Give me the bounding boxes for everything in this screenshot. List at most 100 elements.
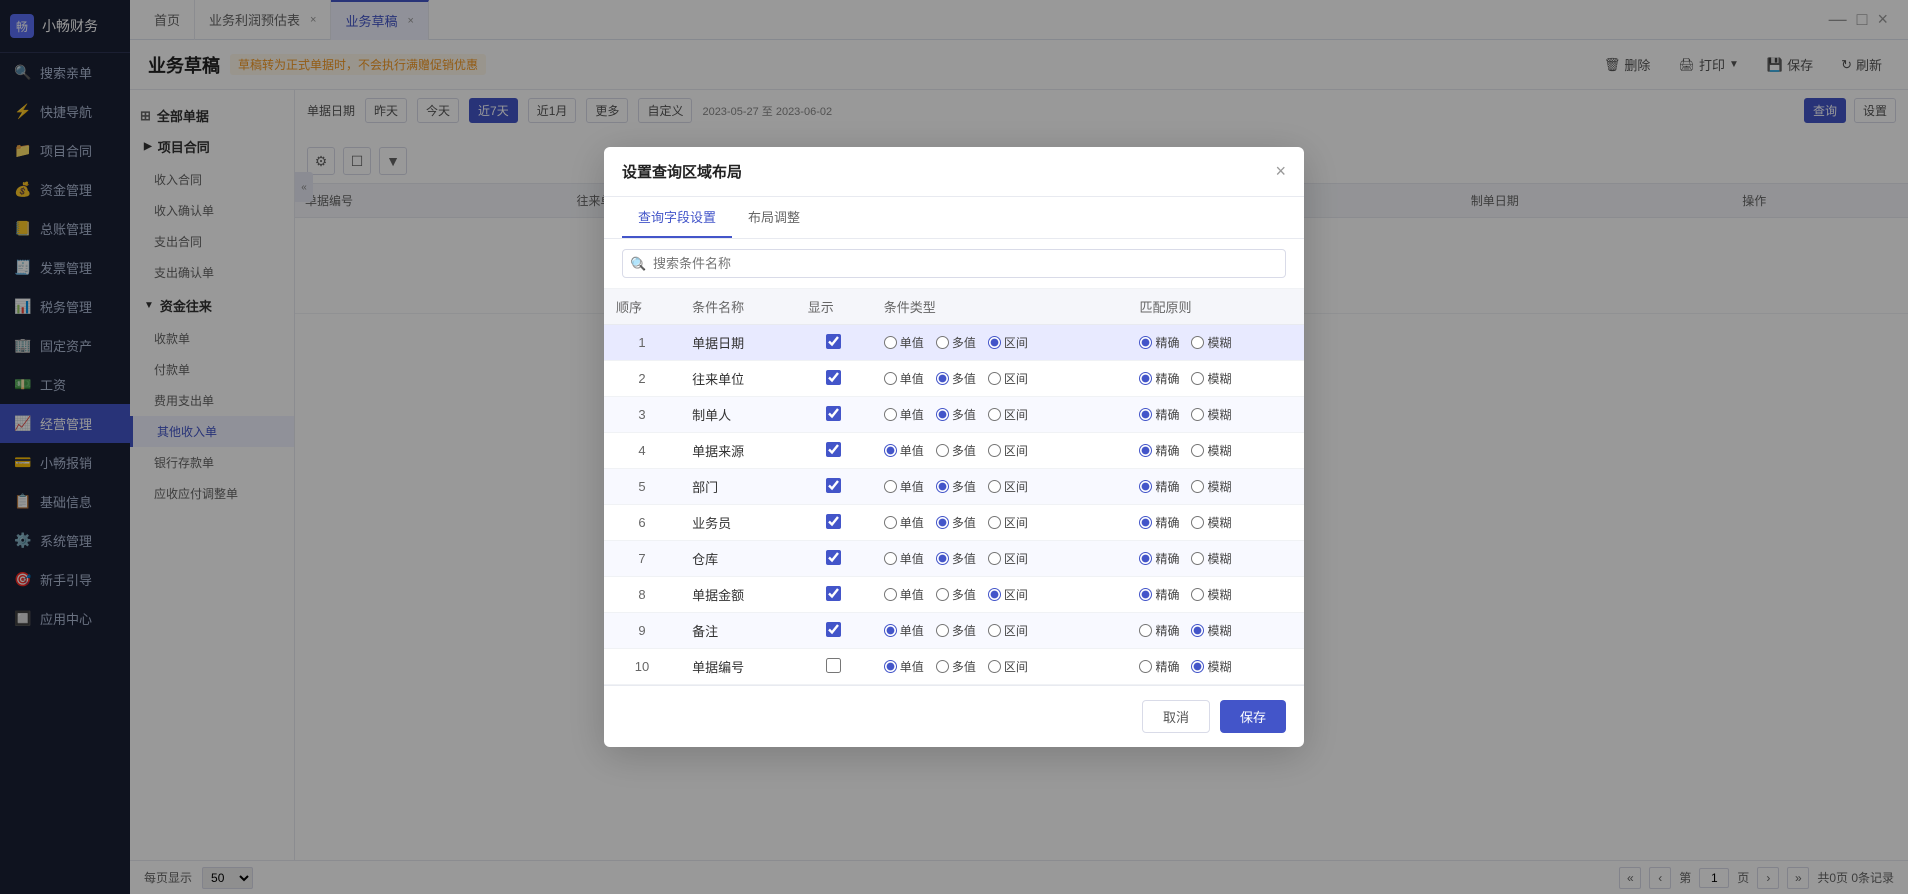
cond-radio-单值[interactable]: [884, 588, 897, 601]
match-label[interactable]: 精确: [1139, 658, 1179, 675]
match-radio-精确[interactable]: [1139, 552, 1152, 565]
cancel-button[interactable]: 取消: [1142, 700, 1210, 733]
match-radio-模糊[interactable]: [1191, 444, 1204, 457]
cond-radio-单值[interactable]: [884, 444, 897, 457]
cond-radio-单值[interactable]: [884, 624, 897, 637]
match-radio-精确[interactable]: [1139, 588, 1152, 601]
cond-type-label[interactable]: 单值: [884, 550, 924, 567]
cond-type-label[interactable]: 多值: [936, 478, 976, 495]
cond-type-label[interactable]: 单值: [884, 370, 924, 387]
cond-radio-多值[interactable]: [936, 336, 949, 349]
cond-radio-区间[interactable]: [988, 336, 1001, 349]
match-label[interactable]: 精确: [1139, 406, 1179, 423]
match-label[interactable]: 模糊: [1191, 550, 1231, 567]
match-label[interactable]: 精确: [1139, 478, 1179, 495]
cond-type-label[interactable]: 区间: [988, 442, 1028, 459]
cond-type-label[interactable]: 多值: [936, 550, 976, 567]
show-checkbox[interactable]: [826, 478, 841, 493]
cond-radio-区间[interactable]: [988, 372, 1001, 385]
cond-type-label[interactable]: 区间: [988, 334, 1028, 351]
match-radio-精确[interactable]: [1139, 372, 1152, 385]
match-label[interactable]: 模糊: [1191, 658, 1231, 675]
show-checkbox[interactable]: [826, 334, 841, 349]
dialog-tab-fields[interactable]: 查询字段设置: [622, 197, 732, 238]
cond-type-label[interactable]: 多值: [936, 658, 976, 675]
show-checkbox[interactable]: [826, 370, 841, 385]
match-label[interactable]: 精确: [1139, 334, 1179, 351]
cond-type-label[interactable]: 多值: [936, 622, 976, 639]
cond-type-label[interactable]: 区间: [988, 586, 1028, 603]
cond-type-label[interactable]: 区间: [988, 406, 1028, 423]
cond-radio-单值[interactable]: [884, 516, 897, 529]
cond-type-label[interactable]: 多值: [936, 586, 976, 603]
cond-radio-单值[interactable]: [884, 336, 897, 349]
show-checkbox[interactable]: [826, 586, 841, 601]
cond-type-label[interactable]: 单值: [884, 442, 924, 459]
show-checkbox[interactable]: [826, 442, 841, 457]
match-label[interactable]: 模糊: [1191, 586, 1231, 603]
dialog-close-button[interactable]: ×: [1275, 161, 1286, 182]
cond-radio-区间[interactable]: [988, 660, 1001, 673]
cond-radio-多值[interactable]: [936, 588, 949, 601]
match-radio-模糊[interactable]: [1191, 336, 1204, 349]
match-label[interactable]: 精确: [1139, 370, 1179, 387]
cond-type-label[interactable]: 多值: [936, 514, 976, 531]
match-radio-精确[interactable]: [1139, 408, 1152, 421]
match-label[interactable]: 精确: [1139, 442, 1179, 459]
cond-type-label[interactable]: 多值: [936, 406, 976, 423]
match-label[interactable]: 模糊: [1191, 622, 1231, 639]
cond-radio-单值[interactable]: [884, 372, 897, 385]
cond-type-label[interactable]: 单值: [884, 406, 924, 423]
cond-radio-区间[interactable]: [988, 624, 1001, 637]
match-radio-模糊[interactable]: [1191, 408, 1204, 421]
match-radio-精确[interactable]: [1139, 516, 1152, 529]
cond-type-label[interactable]: 单值: [884, 478, 924, 495]
match-label[interactable]: 模糊: [1191, 514, 1231, 531]
cond-radio-区间[interactable]: [988, 516, 1001, 529]
match-radio-模糊[interactable]: [1191, 624, 1204, 637]
match-radio-模糊[interactable]: [1191, 588, 1204, 601]
match-label[interactable]: 精确: [1139, 622, 1179, 639]
cond-radio-多值[interactable]: [936, 444, 949, 457]
cond-type-label[interactable]: 区间: [988, 514, 1028, 531]
match-label[interactable]: 精确: [1139, 550, 1179, 567]
cond-radio-单值[interactable]: [884, 552, 897, 565]
cond-type-label[interactable]: 多值: [936, 370, 976, 387]
cond-radio-多值[interactable]: [936, 516, 949, 529]
cond-radio-多值[interactable]: [936, 552, 949, 565]
match-label[interactable]: 精确: [1139, 514, 1179, 531]
cond-type-label[interactable]: 区间: [988, 658, 1028, 675]
dialog-tab-layout[interactable]: 布局调整: [732, 197, 816, 238]
show-checkbox[interactable]: [826, 622, 841, 637]
match-radio-精确[interactable]: [1139, 624, 1152, 637]
match-radio-模糊[interactable]: [1191, 372, 1204, 385]
cond-type-label[interactable]: 单值: [884, 622, 924, 639]
show-checkbox[interactable]: [826, 550, 841, 565]
match-radio-模糊[interactable]: [1191, 660, 1204, 673]
show-checkbox[interactable]: [826, 406, 841, 421]
dialog-save-button[interactable]: 保存: [1220, 700, 1286, 733]
match-radio-模糊[interactable]: [1191, 516, 1204, 529]
cond-radio-多值[interactable]: [936, 408, 949, 421]
match-radio-精确[interactable]: [1139, 444, 1152, 457]
cond-radio-单值[interactable]: [884, 480, 897, 493]
match-radio-精确[interactable]: [1139, 660, 1152, 673]
cond-type-label[interactable]: 区间: [988, 550, 1028, 567]
cond-type-label[interactable]: 多值: [936, 442, 976, 459]
cond-radio-多值[interactable]: [936, 660, 949, 673]
cond-radio-区间[interactable]: [988, 408, 1001, 421]
cond-type-label[interactable]: 区间: [988, 478, 1028, 495]
cond-type-label[interactable]: 区间: [988, 370, 1028, 387]
cond-radio-区间[interactable]: [988, 552, 1001, 565]
match-label[interactable]: 模糊: [1191, 406, 1231, 423]
cond-type-label[interactable]: 区间: [988, 622, 1028, 639]
cond-radio-多值[interactable]: [936, 624, 949, 637]
cond-radio-单值[interactable]: [884, 660, 897, 673]
match-radio-模糊[interactable]: [1191, 552, 1204, 565]
cond-radio-区间[interactable]: [988, 480, 1001, 493]
cond-radio-多值[interactable]: [936, 372, 949, 385]
cond-type-label[interactable]: 多值: [936, 334, 976, 351]
match-label[interactable]: 精确: [1139, 586, 1179, 603]
match-label[interactable]: 模糊: [1191, 370, 1231, 387]
match-label[interactable]: 模糊: [1191, 334, 1231, 351]
